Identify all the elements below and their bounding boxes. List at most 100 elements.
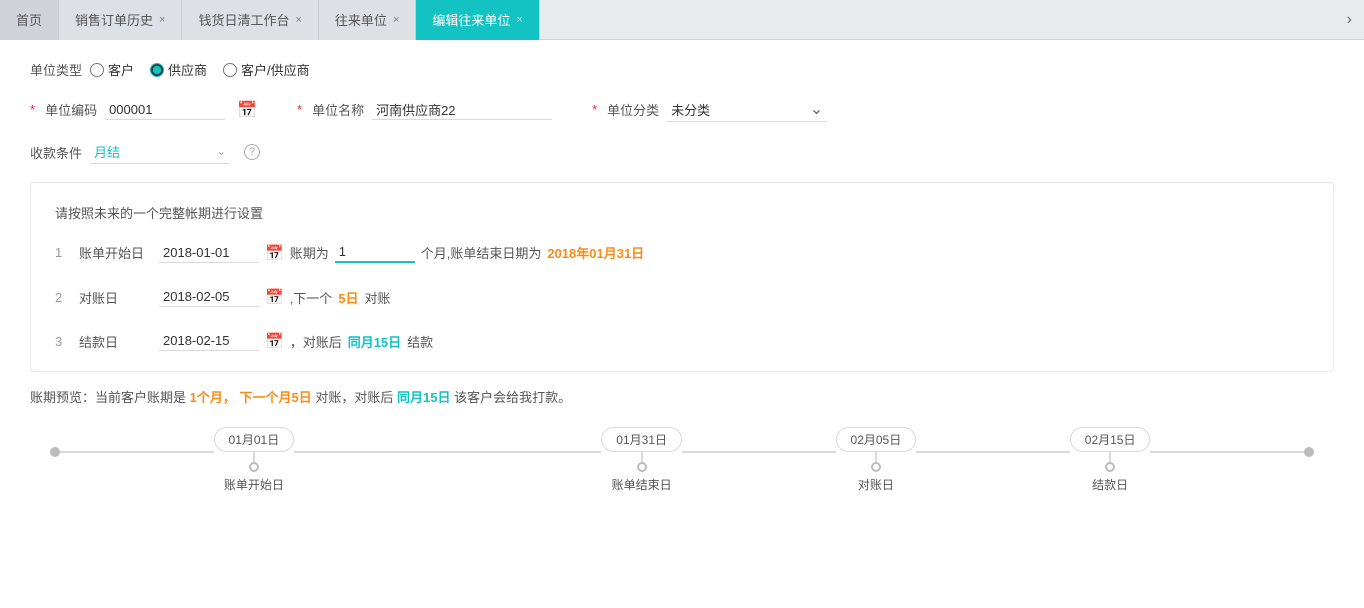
timeline-spacer-left: [60, 427, 214, 457]
timeline-line-4: [916, 451, 1070, 453]
payment-terms-row: 收款条件 月结 ⌄ ?: [30, 140, 1334, 164]
reconcile-prefix: ,下一个: [290, 288, 333, 307]
payment-terms-arrow: ⌄: [217, 145, 226, 158]
timeline-line-3: [682, 451, 836, 453]
reconcile-suffix: 对账: [365, 288, 391, 307]
timeline-badge-1: 01月01日: [214, 427, 295, 452]
tab-cash-reconcile[interactable]: 钱货日清工作台 ×: [182, 0, 318, 40]
tab-edit-partner[interactable]: 编辑往来单位 ×: [416, 0, 539, 40]
payment-prefix: ，对账后: [290, 332, 342, 351]
unit-code-label: 单位编码: [45, 100, 97, 119]
reconcile-day: 5日: [338, 288, 358, 307]
radio-customer-input[interactable]: [90, 63, 104, 77]
unit-code-input[interactable]: [105, 100, 225, 120]
payment-terms-dropdown[interactable]: 月结 ⌄: [90, 140, 230, 164]
preview-part5: 该客户会给我打款。: [454, 390, 571, 405]
reconcile-date-input[interactable]: [159, 287, 259, 307]
timeline-label-1: 账单开始日: [224, 476, 284, 493]
unit-category-group: * 单位分类 未分类 ⌄: [592, 97, 827, 122]
timeline-right-end: [1304, 427, 1314, 457]
tab-sales-history-close[interactable]: ×: [159, 14, 165, 26]
timeline-line-left: [60, 451, 214, 453]
timeline-line-2: [294, 451, 601, 453]
payment-date-input[interactable]: [159, 331, 259, 351]
radio-supplier-input[interactable]: [150, 63, 164, 77]
setting-label-3: 结款日: [79, 332, 159, 351]
timeline-right-dot: [1304, 447, 1314, 457]
timeline-dot-1: [249, 462, 259, 472]
period-settings-section: 请按照未来的一个完整帐期进行设置 1 账单开始日 📅 账期为 个月,账单结束日期…: [30, 182, 1334, 372]
timeline-label-3: 对账日: [858, 476, 894, 493]
timeline-node-2: 01月31日 账单结束日: [601, 427, 682, 493]
setting-num-1: 1: [55, 245, 79, 260]
preview-part3: 对账，对账后: [315, 390, 393, 405]
setting-num-3: 3: [55, 334, 79, 349]
tab-sales-history-label: 销售订单历史: [75, 10, 153, 29]
timeline-spacer-2: [294, 427, 601, 457]
radio-both-input[interactable]: [223, 63, 237, 77]
setting-row-1: 1 账单开始日 📅 账期为 个月,账单结束日期为 2018年01月31日: [55, 242, 1309, 263]
timeline-connector-1: [253, 452, 255, 462]
timeline-container: 01月01日 账单开始日 01月31日 账单结束日: [50, 427, 1314, 493]
timeline-left-dot: [50, 447, 60, 457]
timeline-dot-2: [637, 462, 647, 472]
start-date-calendar-icon[interactable]: 📅: [265, 244, 284, 262]
unit-category-dropdown[interactable]: 未分类 ⌄: [667, 97, 827, 122]
period-suffix: 个月,账单结束日期为: [421, 243, 542, 262]
unit-category-arrow: ⌄: [810, 99, 823, 119]
unit-type-label: 单位类型: [30, 60, 82, 79]
tab-cash-reconcile-close[interactable]: ×: [295, 14, 301, 26]
tab-cash-reconcile-label: 钱货日清工作台: [198, 10, 289, 29]
tab-partner-unit-label: 往来单位: [335, 10, 387, 29]
tab-edit-partner-label: 编辑往来单位: [432, 10, 510, 29]
help-icon[interactable]: ?: [244, 144, 260, 160]
timeline-spacer-3: [682, 427, 836, 457]
timeline-spacer-4: [916, 427, 1070, 457]
timeline-label-2: 账单结束日: [612, 476, 672, 493]
unit-info-row: * 单位编码 📅 * 单位名称 * 单位分类 未分类 ⌄: [30, 97, 1334, 122]
unit-code-icon[interactable]: 📅: [237, 100, 257, 120]
radio-both[interactable]: 客户/供应商: [223, 60, 310, 79]
timeline-dot-3: [871, 462, 881, 472]
preview-part1: 1个月，: [190, 390, 236, 405]
reconcile-date-calendar-icon[interactable]: 📅: [265, 288, 284, 306]
timeline-connector-3: [875, 452, 877, 462]
timeline-connector-2: [641, 452, 643, 462]
setting-num-2: 2: [55, 290, 79, 305]
tab-more-button[interactable]: ›: [1335, 11, 1364, 29]
main-content: 单位类型 客户 供应商 客户/供应商 * 单位编码: [0, 40, 1364, 608]
unit-code-star: *: [30, 102, 35, 117]
preview-part2: 下一个月5日: [240, 390, 312, 405]
timeline-label-4: 结款日: [1092, 476, 1128, 493]
radio-customer-label: 客户: [108, 60, 134, 79]
payment-date-calendar-icon[interactable]: 📅: [265, 332, 284, 350]
timeline-node-4: 02月15日 结款日: [1070, 427, 1151, 493]
tab-partner-unit-close[interactable]: ×: [393, 14, 399, 26]
setting-row-3: 3 结款日 📅 ，对账后 同月15日 结款: [55, 331, 1309, 351]
tab-home[interactable]: 首页: [0, 0, 59, 40]
timeline-dot-4: [1105, 462, 1115, 472]
setting-label-2: 对账日: [79, 288, 159, 307]
payment-terms-group: 收款条件 月结 ⌄ ?: [30, 140, 260, 164]
tab-edit-partner-close[interactable]: ×: [516, 14, 522, 26]
start-date-input[interactable]: [159, 243, 259, 263]
timeline-badge-4: 02月15日: [1070, 427, 1151, 452]
unit-code-group: * 单位编码 📅: [30, 100, 257, 120]
tab-sales-history[interactable]: 销售订单历史 ×: [59, 0, 182, 40]
bill-end-date: 2018年01月31日: [547, 243, 644, 262]
period-label: 账期为: [290, 243, 329, 262]
tab-partner-unit[interactable]: 往来单位 ×: [319, 0, 416, 40]
payment-terms-label: 收款条件: [30, 143, 82, 162]
unit-name-label: 单位名称: [312, 100, 364, 119]
period-months-input[interactable]: [335, 242, 415, 263]
radio-customer[interactable]: 客户: [90, 60, 134, 79]
payment-day: 同月15日: [348, 332, 401, 351]
preview-part4: 同月15日: [397, 390, 450, 405]
radio-supplier-label: 供应商: [168, 60, 207, 79]
unit-name-group: * 单位名称: [297, 100, 552, 120]
preview-section: 账期预览：当前客户账期是 1个月， 下一个月5日 对账，对账后 同月15日 该客…: [30, 388, 1334, 409]
unit-name-input[interactable]: [372, 100, 552, 120]
radio-supplier[interactable]: 供应商: [150, 60, 207, 79]
setting-value-3: 📅 ，对账后 同月15日 结款: [159, 331, 433, 351]
timeline-connector-4: [1109, 452, 1111, 462]
